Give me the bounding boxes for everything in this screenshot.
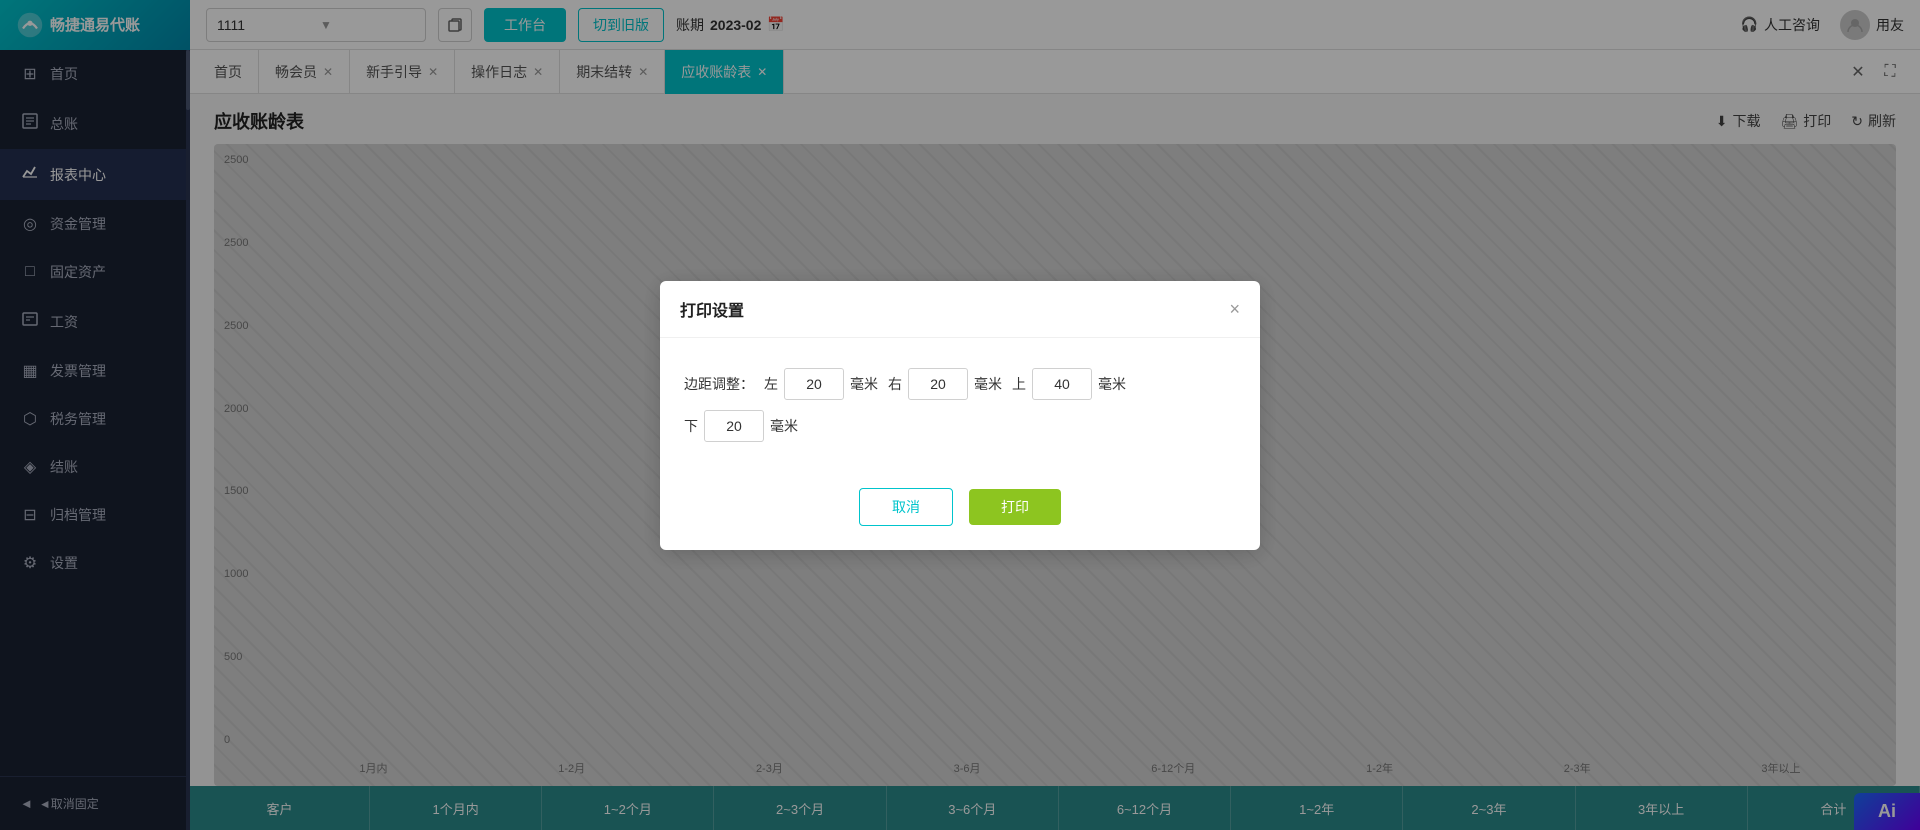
modal-body: 边距调整： 左 毫米 右 毫米 上 毫米 下 xyxy=(660,338,1260,472)
bottom-unit: 毫米 xyxy=(770,416,798,436)
right-margin-input[interactable] xyxy=(908,368,968,400)
top-margin-group: 上 毫米 xyxy=(1012,368,1126,400)
confirm-print-button[interactable]: 打印 xyxy=(969,489,1061,525)
left-unit: 毫米 xyxy=(850,374,878,394)
modal-header: 打印设置 × xyxy=(660,281,1260,338)
margin-label: 边距调整： xyxy=(684,374,754,394)
bottom-margin-input[interactable] xyxy=(704,410,764,442)
modal-footer: 取消 打印 xyxy=(660,472,1260,550)
modal-overlay: 打印设置 × 边距调整： 左 毫米 右 毫米 上 毫米 xyxy=(0,0,1920,830)
left-margin-input[interactable] xyxy=(784,368,844,400)
bottom-dir-label: 下 xyxy=(684,416,698,436)
top-margin-input[interactable] xyxy=(1032,368,1092,400)
print-settings-dialog: 打印设置 × 边距调整： 左 毫米 右 毫米 上 毫米 xyxy=(660,281,1260,550)
modal-title: 打印设置 xyxy=(680,297,744,321)
right-unit: 毫米 xyxy=(974,374,1002,394)
modal-close-button[interactable]: × xyxy=(1229,300,1240,318)
left-margin-group: 左 毫米 xyxy=(764,368,878,400)
right-margin-group: 右 毫米 xyxy=(888,368,1002,400)
right-dir-label: 右 xyxy=(888,374,902,394)
top-dir-label: 上 xyxy=(1012,374,1026,394)
top-unit: 毫米 xyxy=(1098,374,1126,394)
cancel-button[interactable]: 取消 xyxy=(859,488,953,526)
bottom-margin-group: 下 毫米 xyxy=(684,410,798,442)
left-dir-label: 左 xyxy=(764,374,778,394)
margin-form-row: 边距调整： 左 毫米 右 毫米 上 毫米 下 xyxy=(684,368,1236,442)
